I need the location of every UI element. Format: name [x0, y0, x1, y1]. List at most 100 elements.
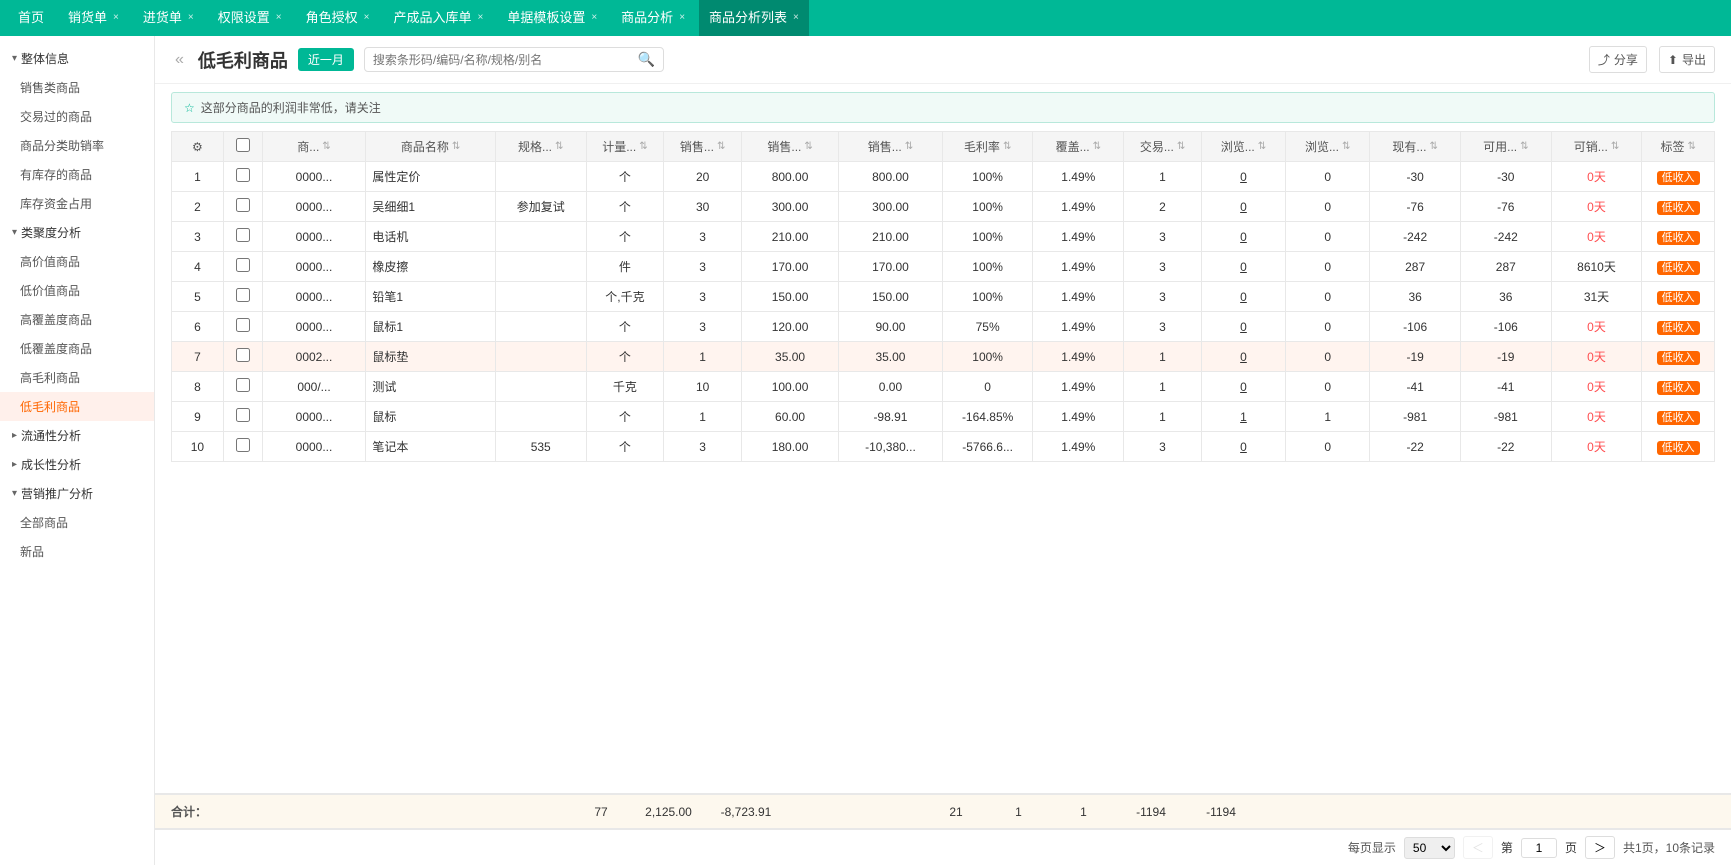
nav-product-entry[interactable]: 产成品入库单 ×	[383, 0, 493, 36]
nav-purchase[interactable]: 进货单 ×	[133, 0, 204, 36]
th-sales-profit[interactable]: 销售...	[839, 132, 943, 162]
search-icon[interactable]: 🔍	[637, 51, 654, 68]
cell-checkbox[interactable]	[223, 282, 262, 312]
sidebar-item-high-margin[interactable]: 高毛利商品	[0, 363, 154, 392]
page-number-input[interactable]	[1521, 838, 1557, 858]
th-settings[interactable]: ⚙	[172, 132, 224, 162]
cell-checkbox[interactable]	[223, 192, 262, 222]
row-checkbox[interactable]	[236, 408, 250, 422]
sidebar-group-overall[interactable]: ▾ 整体信息	[0, 44, 154, 73]
sidebar-group-liquidity[interactable]: ▸ 流通性分析	[0, 421, 154, 450]
sidebar-item-stock-goods[interactable]: 有库存的商品	[0, 160, 154, 189]
cell-browse1[interactable]: 0	[1201, 192, 1285, 222]
th-gross-rate[interactable]: 毛利率	[942, 132, 1033, 162]
sort-code[interactable]: 商...	[269, 138, 360, 155]
browse1-value[interactable]: 0	[1240, 290, 1247, 304]
browse1-value[interactable]: 0	[1240, 320, 1247, 334]
th-sales-qty[interactable]: 销售...	[664, 132, 742, 162]
browse1-value[interactable]: 0	[1240, 380, 1247, 394]
sidebar-item-sales-goods[interactable]: 销售类商品	[0, 73, 154, 102]
th-browse2[interactable]: 浏览...	[1286, 132, 1370, 162]
sort-sales-profit[interactable]: 销售...	[845, 138, 936, 155]
nav-permissions[interactable]: 权限设置 ×	[208, 0, 292, 36]
nav-permissions-close[interactable]: ×	[276, 0, 282, 36]
select-all-checkbox[interactable]	[236, 138, 250, 152]
th-browse1[interactable]: 浏览...	[1201, 132, 1285, 162]
cell-checkbox[interactable]	[223, 342, 262, 372]
browse1-value[interactable]: 1	[1240, 410, 1247, 424]
sidebar-item-new-goods[interactable]: 新品	[0, 537, 154, 566]
nav-product-analysis[interactable]: 商品分析 ×	[611, 0, 695, 36]
browse1-value[interactable]: 0	[1240, 260, 1247, 274]
cell-browse1[interactable]: 0	[1201, 162, 1285, 192]
sort-spec[interactable]: 规格...	[502, 138, 580, 155]
prev-page-button[interactable]: ＜	[1463, 836, 1493, 859]
cell-browse1[interactable]: 0	[1201, 372, 1285, 402]
row-checkbox[interactable]	[236, 378, 250, 392]
nav-sales-close[interactable]: ×	[113, 0, 119, 36]
sidebar-collapse-button[interactable]: «	[171, 51, 188, 69]
nav-product-analysis-list-close[interactable]: ×	[793, 0, 799, 36]
th-tag[interactable]: 标签	[1642, 132, 1715, 162]
sort-sales-qty[interactable]: 销售...	[670, 138, 735, 155]
next-page-button[interactable]: ＞	[1585, 836, 1615, 859]
th-cover-rate[interactable]: 覆盖...	[1033, 132, 1124, 162]
sidebar-group-cluster[interactable]: ▾ 类聚度分析	[0, 218, 154, 247]
sidebar-item-category-rate[interactable]: 商品分类助销率	[0, 131, 154, 160]
export-button[interactable]: ⬆ 导出	[1659, 46, 1715, 73]
th-checkbox[interactable]	[223, 132, 262, 162]
cell-checkbox[interactable]	[223, 432, 262, 462]
th-spec[interactable]: 规格...	[495, 132, 586, 162]
cell-checkbox[interactable]	[223, 222, 262, 252]
sort-cover-rate[interactable]: 覆盖...	[1039, 138, 1117, 155]
sort-salable[interactable]: 可销...	[1558, 138, 1636, 155]
nav-roles[interactable]: 角色授权 ×	[296, 0, 380, 36]
th-trade[interactable]: 交易...	[1124, 132, 1202, 162]
browse1-value[interactable]: 0	[1240, 170, 1247, 184]
sidebar-item-low-value[interactable]: 低价值商品	[0, 276, 154, 305]
date-filter-button[interactable]: 近一月	[298, 48, 354, 71]
table-container[interactable]: ⚙ 商... 商品名称 规格... 计量... 销售... 销售... 销售..…	[155, 131, 1731, 793]
sidebar-item-high-coverage[interactable]: 高覆盖度商品	[0, 305, 154, 334]
sort-browse1[interactable]: 浏览...	[1208, 138, 1279, 155]
row-checkbox[interactable]	[236, 258, 250, 272]
nav-home[interactable]: 首页	[8, 0, 54, 36]
cell-browse1[interactable]: 0	[1201, 342, 1285, 372]
cell-checkbox[interactable]	[223, 162, 262, 192]
cell-checkbox[interactable]	[223, 372, 262, 402]
sidebar-item-traded-goods[interactable]: 交易过的商品	[0, 102, 154, 131]
row-checkbox[interactable]	[236, 438, 250, 452]
cell-checkbox[interactable]	[223, 312, 262, 342]
sidebar-item-high-value[interactable]: 高价值商品	[0, 247, 154, 276]
sort-sales-amt[interactable]: 销售...	[748, 138, 832, 155]
settings-icon[interactable]: ⚙	[192, 140, 203, 154]
nav-product-analysis-list[interactable]: 商品分析列表 ×	[699, 0, 809, 36]
cell-browse1[interactable]: 0	[1201, 432, 1285, 462]
th-salable[interactable]: 可销...	[1551, 132, 1642, 162]
sort-current[interactable]: 现有...	[1376, 138, 1454, 155]
cell-browse1[interactable]: 0	[1201, 312, 1285, 342]
browse1-value[interactable]: 0	[1240, 230, 1247, 244]
th-code[interactable]: 商...	[262, 132, 366, 162]
sort-tag[interactable]: 标签	[1648, 138, 1708, 155]
sidebar-item-low-coverage[interactable]: 低覆盖度商品	[0, 334, 154, 363]
nav-product-entry-close[interactable]: ×	[477, 0, 483, 36]
cell-browse1[interactable]: 1	[1201, 402, 1285, 432]
cell-browse1[interactable]: 0	[1201, 282, 1285, 312]
sidebar-group-marketing[interactable]: ▾ 营销推广分析	[0, 479, 154, 508]
sort-avail[interactable]: 可用...	[1467, 138, 1545, 155]
th-current[interactable]: 现有...	[1370, 132, 1461, 162]
sidebar-item-all-goods[interactable]: 全部商品	[0, 508, 154, 537]
page-size-select[interactable]: 50 10 20 100	[1404, 837, 1455, 859]
row-checkbox[interactable]	[236, 288, 250, 302]
cell-checkbox[interactable]	[223, 252, 262, 282]
nav-product-analysis-close[interactable]: ×	[679, 0, 685, 36]
th-name[interactable]: 商品名称	[366, 132, 496, 162]
search-input[interactable]	[373, 53, 638, 67]
sidebar-item-low-margin[interactable]: 低毛利商品	[0, 392, 154, 421]
nav-template[interactable]: 单据模板设置 ×	[497, 0, 607, 36]
th-avail[interactable]: 可用...	[1460, 132, 1551, 162]
nav-sales[interactable]: 销货单 ×	[58, 0, 129, 36]
cell-browse1[interactable]: 0	[1201, 252, 1285, 282]
th-unit[interactable]: 计量...	[586, 132, 664, 162]
